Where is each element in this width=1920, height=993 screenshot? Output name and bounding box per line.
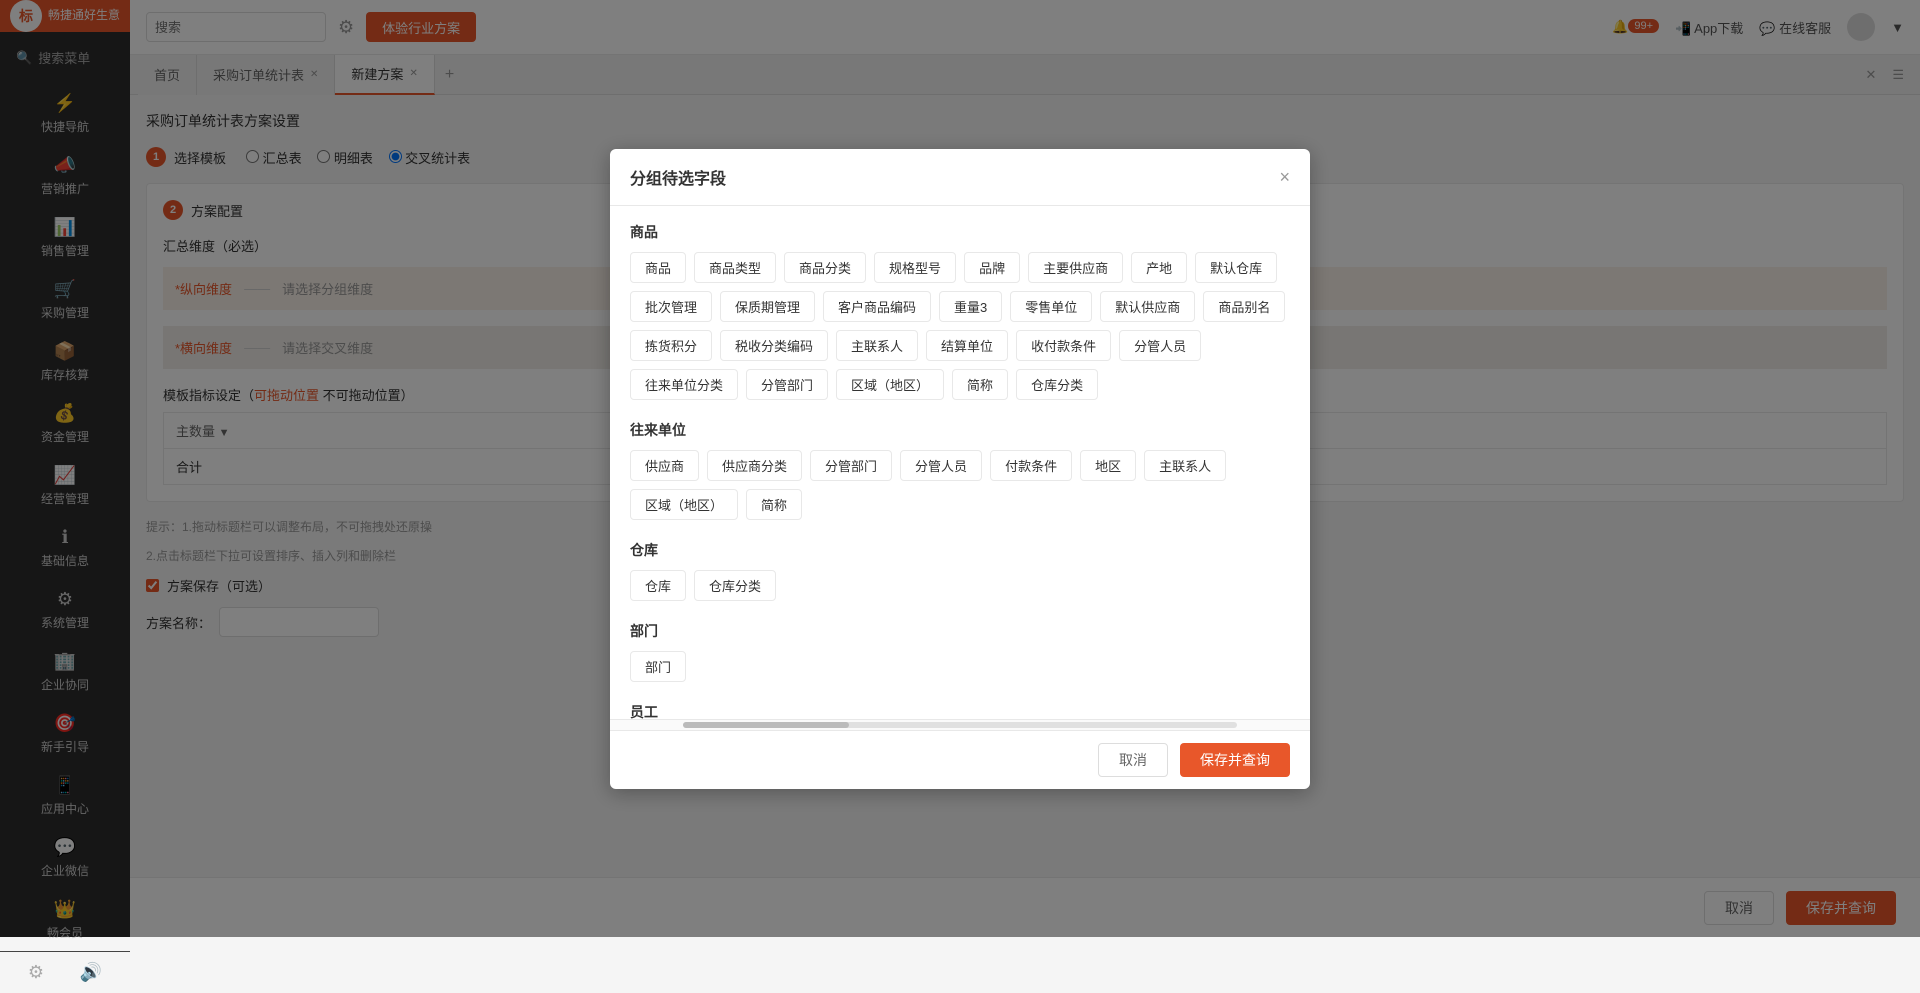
field-tag[interactable]: 主联系人 — [836, 330, 918, 361]
field-tag[interactable]: 简称 — [952, 369, 1008, 400]
modal-header: 分组待选字段 × — [610, 149, 1310, 206]
field-tag[interactable]: 批次管理 — [630, 291, 712, 322]
field-tag[interactable]: 主联系人 — [1144, 450, 1226, 481]
field-tag[interactable]: 付款条件 — [990, 450, 1072, 481]
field-list-department: 部门 — [630, 651, 1290, 682]
field-tag[interactable]: 品牌 — [964, 252, 1020, 283]
field-list-warehouse: 仓库 仓库分类 — [630, 570, 1290, 601]
field-tag[interactable]: 商品别名 — [1203, 291, 1285, 322]
field-tag[interactable]: 结算单位 — [926, 330, 1008, 361]
field-select-modal: 分组待选字段 × 商品 商品 商品类型 商品分类 规格型号 品牌 主要供应商 产… — [610, 149, 1310, 789]
field-tag[interactable]: 往来单位分类 — [630, 369, 738, 400]
modal-confirm-button[interactable]: 保存并查询 — [1180, 743, 1290, 777]
field-group-product-title: 商品 — [630, 222, 1290, 242]
field-tag[interactable]: 默认仓库 — [1195, 252, 1277, 283]
hscroll-thumb — [683, 722, 849, 728]
field-tag[interactable]: 规格型号 — [874, 252, 956, 283]
field-tag[interactable]: 分管部门 — [746, 369, 828, 400]
field-group-department-title: 部门 — [630, 621, 1290, 641]
field-tag[interactable]: 分管人员 — [1119, 330, 1201, 361]
field-list-partner: 供应商 供应商分类 分管部门 分管人员 付款条件 地区 主联系人 区域（地区） … — [630, 450, 1290, 520]
field-group-warehouse-title: 仓库 — [630, 540, 1290, 560]
field-group-staff: 员工 业务员 — [630, 702, 1290, 720]
field-tag[interactable]: 产地 — [1131, 252, 1187, 283]
field-list-product: 商品 商品类型 商品分类 规格型号 品牌 主要供应商 产地 默认仓库 批次管理 … — [630, 252, 1290, 400]
field-tag[interactable]: 部门 — [630, 651, 686, 682]
hscroll-track — [683, 722, 1237, 728]
field-tag[interactable]: 零售单位 — [1010, 291, 1092, 322]
field-tag[interactable]: 供应商分类 — [707, 450, 802, 481]
field-tag[interactable]: 商品类型 — [694, 252, 776, 283]
field-tag[interactable]: 分管部门 — [810, 450, 892, 481]
field-tag[interactable]: 拣货积分 — [630, 330, 712, 361]
field-tag[interactable]: 商品分类 — [784, 252, 866, 283]
audio-bottom-icon[interactable]: 🔊 — [80, 962, 102, 983]
sidebar-bottom: ⚙ 🔊 — [0, 951, 130, 993]
modal-cancel-button[interactable]: 取消 — [1098, 743, 1168, 777]
field-tag[interactable]: 默认供应商 — [1100, 291, 1195, 322]
field-tag[interactable]: 主要供应商 — [1028, 252, 1123, 283]
field-tag[interactable]: 客户商品编码 — [823, 291, 931, 322]
modal-hscroll[interactable] — [610, 719, 1310, 729]
field-tag[interactable]: 供应商 — [630, 450, 699, 481]
field-group-partner: 往来单位 供应商 供应商分类 分管部门 分管人员 付款条件 地区 主联系人 区域… — [630, 420, 1290, 520]
settings-bottom-icon[interactable]: ⚙ — [28, 962, 44, 983]
field-tag[interactable]: 收付款条件 — [1016, 330, 1111, 361]
field-tag[interactable]: 仓库 — [630, 570, 686, 601]
field-tag[interactable]: 商品 — [630, 252, 686, 283]
modal-title: 分组待选字段 — [630, 165, 726, 189]
modal-body: 商品 商品 商品类型 商品分类 规格型号 品牌 主要供应商 产地 默认仓库 批次… — [610, 206, 1310, 720]
field-tag[interactable]: 税收分类编码 — [720, 330, 828, 361]
field-group-staff-title: 员工 — [630, 702, 1290, 720]
field-group-department: 部门 部门 — [630, 621, 1290, 682]
field-tag[interactable]: 仓库分类 — [1016, 369, 1098, 400]
modal-overlay: 分组待选字段 × 商品 商品 商品类型 商品分类 规格型号 品牌 主要供应商 产… — [0, 0, 1920, 937]
field-group-partner-title: 往来单位 — [630, 420, 1290, 440]
field-tag[interactable]: 重量3 — [939, 291, 1002, 322]
field-tag[interactable]: 简称 — [746, 489, 802, 520]
field-tag[interactable]: 保质期管理 — [720, 291, 815, 322]
field-tag[interactable]: 区域（地区） — [836, 369, 944, 400]
field-tag[interactable]: 分管人员 — [900, 450, 982, 481]
field-tag[interactable]: 区域（地区） — [630, 489, 738, 520]
field-group-product: 商品 商品 商品类型 商品分类 规格型号 品牌 主要供应商 产地 默认仓库 批次… — [630, 222, 1290, 400]
modal-close-button[interactable]: × — [1279, 168, 1290, 186]
modal-footer: 取消 保存并查询 — [610, 730, 1310, 789]
field-tag[interactable]: 地区 — [1080, 450, 1136, 481]
field-group-warehouse: 仓库 仓库 仓库分类 — [630, 540, 1290, 601]
field-tag[interactable]: 仓库分类 — [694, 570, 776, 601]
